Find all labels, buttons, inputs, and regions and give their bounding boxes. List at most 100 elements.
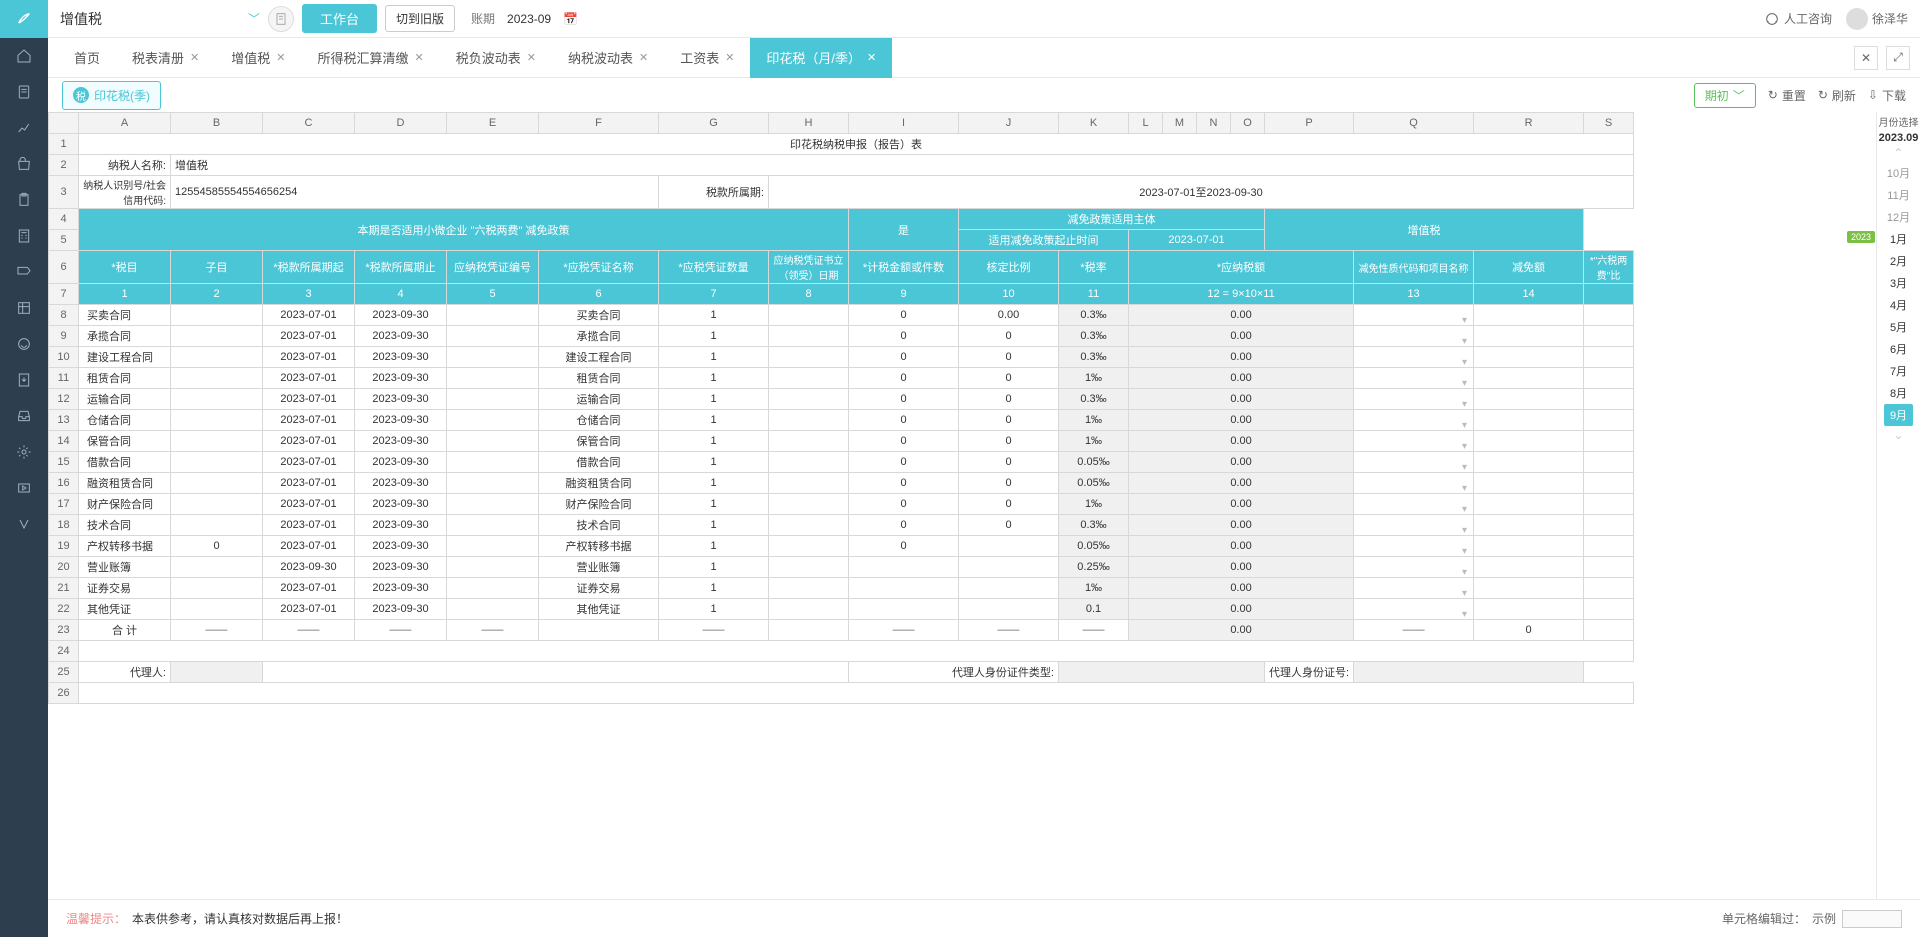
- cell-sub[interactable]: 0: [171, 536, 263, 557]
- col-header[interactable]: A: [79, 113, 171, 134]
- cell-tax-item[interactable]: 融资租赁合同: [79, 473, 171, 494]
- nav-layer-icon[interactable]: [0, 290, 48, 326]
- cell-sub[interactable]: [171, 326, 263, 347]
- col-header[interactable]: N: [1197, 113, 1231, 134]
- cell-end[interactable]: 2023-09-30: [355, 515, 447, 536]
- user-menu[interactable]: 徐泽华: [1846, 8, 1908, 30]
- cell-end[interactable]: 2023-09-30: [355, 494, 447, 515]
- cell-reduce-code[interactable]: [1354, 578, 1474, 599]
- cell-rate[interactable]: 0.05‰: [1059, 473, 1129, 494]
- month-option[interactable]: 5月: [1880, 316, 1917, 338]
- cell-amount[interactable]: 0: [849, 326, 959, 347]
- cell-rate[interactable]: 0.3‰: [1059, 515, 1129, 536]
- nav-support-icon[interactable]: [0, 326, 48, 362]
- cell-qty[interactable]: 1: [659, 305, 769, 326]
- cell-end[interactable]: 2023-09-30: [355, 368, 447, 389]
- cell-vno[interactable]: [447, 368, 539, 389]
- cell-vno[interactable]: [447, 410, 539, 431]
- cell-vname[interactable]: 承揽合同: [539, 326, 659, 347]
- close-icon[interactable]: ✕: [639, 51, 648, 64]
- cell-rate[interactable]: 0.1: [1059, 599, 1129, 620]
- table-row[interactable]: 16融资租赁合同2023-07-012023-09-30融资租赁合同1000.0…: [49, 473, 1634, 494]
- cell-vdate[interactable]: [769, 368, 849, 389]
- cell-six[interactable]: [1584, 494, 1634, 515]
- nav-video-icon[interactable]: [0, 470, 48, 506]
- cell-six[interactable]: [1584, 557, 1634, 578]
- close-icon[interactable]: ✕: [276, 51, 285, 64]
- col-header[interactable]: L: [1129, 113, 1163, 134]
- cell-six[interactable]: [1584, 347, 1634, 368]
- cell-amount[interactable]: 0: [849, 368, 959, 389]
- cell-qty[interactable]: 1: [659, 473, 769, 494]
- cell-qty[interactable]: 1: [659, 410, 769, 431]
- cell-sub[interactable]: [171, 452, 263, 473]
- cell-vdate[interactable]: [769, 599, 849, 620]
- cell-tax[interactable]: 0.00: [1129, 389, 1354, 410]
- cell-vdate[interactable]: [769, 326, 849, 347]
- cell-six[interactable]: [1584, 305, 1634, 326]
- cell-end[interactable]: 2023-09-30: [355, 578, 447, 599]
- cell-start[interactable]: 2023-07-01: [263, 452, 355, 473]
- cell-amount[interactable]: 0: [849, 410, 959, 431]
- month-option[interactable]: 2月: [1880, 250, 1917, 272]
- cell-tax[interactable]: 0.00: [1129, 515, 1354, 536]
- cell-amount[interactable]: [849, 578, 959, 599]
- cell-qty[interactable]: 1: [659, 578, 769, 599]
- cell-vname[interactable]: 产权转移书据: [539, 536, 659, 557]
- cell-rate[interactable]: 0.25‰: [1059, 557, 1129, 578]
- close-icon[interactable]: ✕: [867, 51, 876, 64]
- month-down-icon[interactable]: ⌄: [1891, 426, 1905, 444]
- cell-end[interactable]: 2023-09-30: [355, 536, 447, 557]
- cell-start[interactable]: 2023-07-01: [263, 515, 355, 536]
- cell-vname[interactable]: 借款合同: [539, 452, 659, 473]
- table-row[interactable]: 12运输合同2023-07-012023-09-30运输合同1000.3‰0.0…: [49, 389, 1634, 410]
- table-row[interactable]: 11租赁合同2023-07-012023-09-30租赁合同1001‰0.00: [49, 368, 1634, 389]
- cell-tax-item[interactable]: 承揽合同: [79, 326, 171, 347]
- cell-amount[interactable]: 0: [849, 389, 959, 410]
- table-row[interactable]: 18技术合同2023-07-012023-09-30技术合同1000.3‰0.0…: [49, 515, 1634, 536]
- cell-end[interactable]: 2023-09-30: [355, 599, 447, 620]
- cell-ratio[interactable]: 0: [959, 473, 1059, 494]
- cell-reduce-amt[interactable]: [1474, 494, 1584, 515]
- month-option[interactable]: 11月: [1880, 184, 1917, 206]
- cell-tax-item[interactable]: 仓储合同: [79, 410, 171, 431]
- cell-reduce-code[interactable]: [1354, 452, 1474, 473]
- cell-six[interactable]: [1584, 389, 1634, 410]
- cell-qty[interactable]: 1: [659, 347, 769, 368]
- cell-start[interactable]: 2023-07-01: [263, 305, 355, 326]
- cell-vname[interactable]: 建设工程合同: [539, 347, 659, 368]
- cell-six[interactable]: [1584, 599, 1634, 620]
- cell-reduce-code[interactable]: [1354, 599, 1474, 620]
- cell-amount[interactable]: [849, 599, 959, 620]
- cell-tax[interactable]: 0.00: [1129, 473, 1354, 494]
- col-header[interactable]: J: [959, 113, 1059, 134]
- cell-start[interactable]: 2023-07-01: [263, 410, 355, 431]
- cell-vno[interactable]: [447, 347, 539, 368]
- cell-tax-item[interactable]: 建设工程合同: [79, 347, 171, 368]
- col-header[interactable]: D: [355, 113, 447, 134]
- cell-reduce-amt[interactable]: [1474, 515, 1584, 536]
- cell-rate[interactable]: 0.3‰: [1059, 347, 1129, 368]
- table-row[interactable]: 19产权转移书据02023-07-012023-09-30产权转移书据100.0…: [49, 536, 1634, 557]
- col-header[interactable]: R: [1474, 113, 1584, 134]
- cell-ratio[interactable]: 0: [959, 368, 1059, 389]
- cell-six[interactable]: [1584, 536, 1634, 557]
- tab-2[interactable]: 增值税✕: [215, 38, 301, 78]
- cell-sub[interactable]: [171, 347, 263, 368]
- cell-ratio[interactable]: [959, 599, 1059, 620]
- col-header[interactable]: I: [849, 113, 959, 134]
- tab-3[interactable]: 所得税汇算清缴✕: [301, 38, 439, 78]
- tab-6[interactable]: 工资表✕: [664, 38, 750, 78]
- cell-start[interactable]: 2023-07-01: [263, 599, 355, 620]
- nav-clipboard-icon[interactable]: [0, 182, 48, 218]
- cell-six[interactable]: [1584, 473, 1634, 494]
- cell-ratio[interactable]: 0: [959, 410, 1059, 431]
- cell-sub[interactable]: [171, 389, 263, 410]
- period-value[interactable]: 2023-09: [507, 12, 551, 26]
- col-header[interactable]: E: [447, 113, 539, 134]
- cell-rate[interactable]: 0.3‰: [1059, 389, 1129, 410]
- cell-vname[interactable]: 保管合同: [539, 431, 659, 452]
- cell-end[interactable]: 2023-09-30: [355, 452, 447, 473]
- cell-reduce-amt[interactable]: [1474, 452, 1584, 473]
- init-button[interactable]: 期初 ﹀: [1694, 83, 1756, 108]
